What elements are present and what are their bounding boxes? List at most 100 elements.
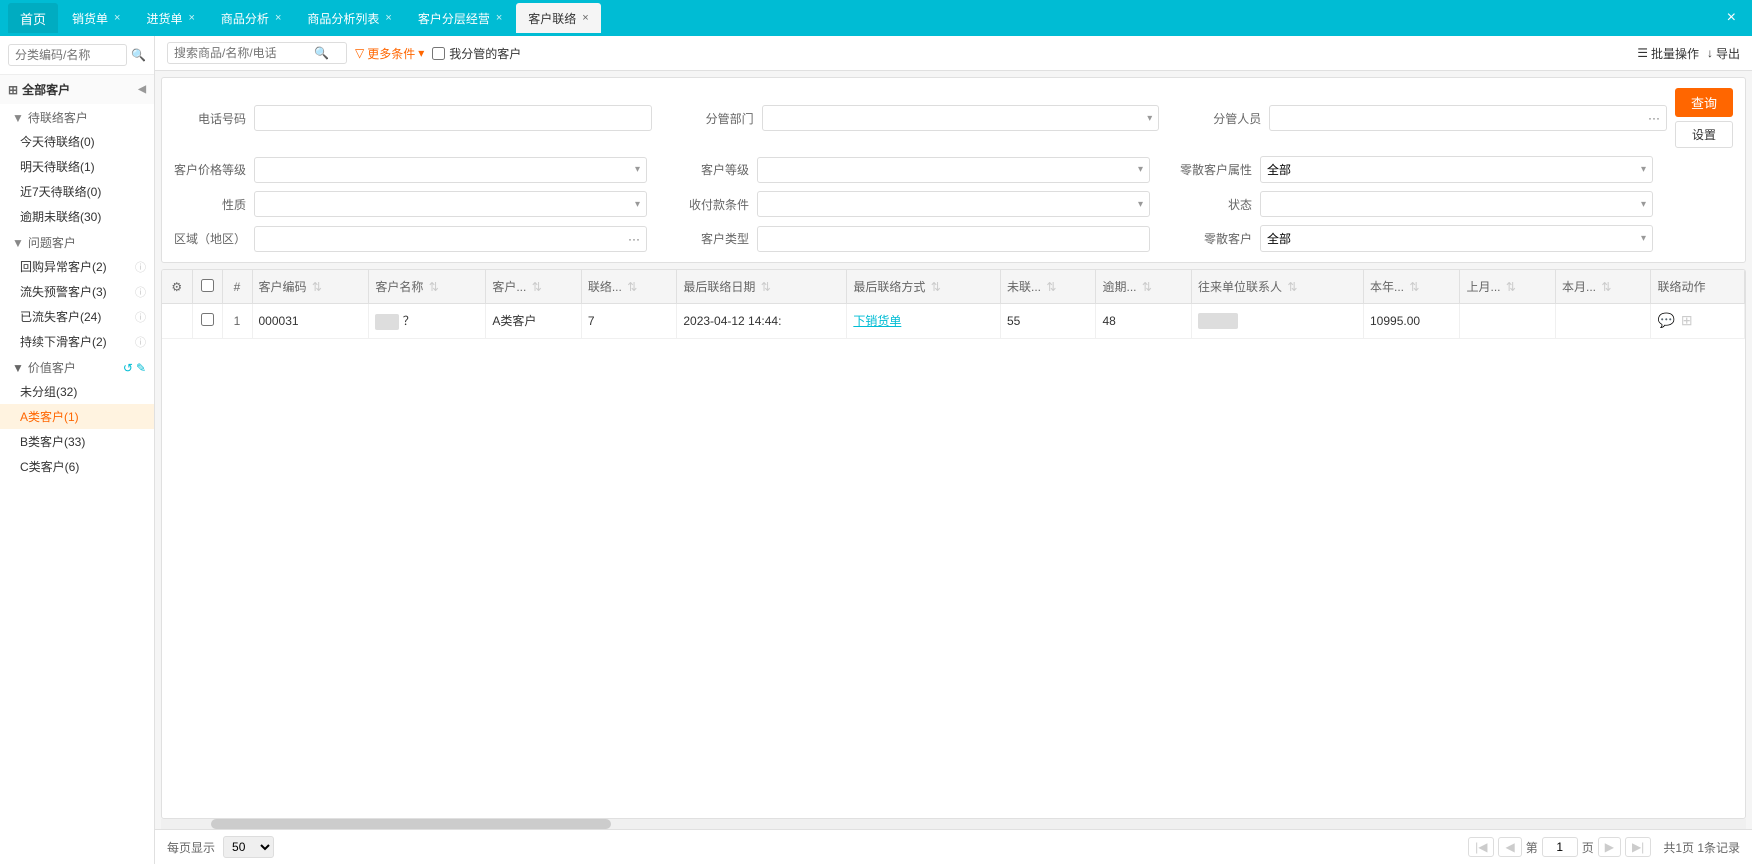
close-tab-purchase[interactable]: ×	[188, 12, 194, 24]
close-tab-analysis-list[interactable]: ×	[385, 12, 391, 24]
all-customers-header[interactable]: ⊞ 全部客户 ◀	[0, 75, 154, 104]
first-page-btn[interactable]: |◀	[1468, 837, 1494, 857]
tab-customer-tier[interactable]: 客户分层经营 ×	[406, 3, 514, 33]
price-grade-select[interactable]: ▾	[254, 157, 647, 183]
status-select[interactable]: ▾	[1260, 191, 1653, 217]
tab-sales[interactable]: 销货单 ×	[60, 3, 132, 33]
my-customer-checkbox[interactable]	[432, 47, 445, 60]
col-gear[interactable]: ⚙	[162, 270, 192, 304]
group-problem[interactable]: ▼ 问题客户	[0, 229, 154, 254]
sidebar-item-7days[interactable]: 近7天待联络(0)	[0, 179, 154, 204]
sort-code-icon: ⇅	[312, 280, 322, 294]
search-icon[interactable]: 🔍	[314, 46, 329, 60]
sidebar-search-input[interactable]	[8, 44, 127, 66]
filter-status: 状态 ▾	[1180, 191, 1653, 217]
sidebar-item-class-a[interactable]: A类客户(1)	[0, 404, 154, 429]
filter-payment: 收付款条件 ▾	[677, 191, 1150, 217]
close-all-btn[interactable]: ×	[1719, 9, 1744, 27]
col-actions: 联络动作	[1651, 270, 1745, 304]
tab-home[interactable]: 首页	[8, 3, 58, 33]
region-more-btn[interactable]: ···	[622, 226, 647, 252]
manager-input[interactable]	[1269, 105, 1642, 131]
close-tab-analysis[interactable]: ×	[275, 12, 281, 24]
nature-select[interactable]: ▾	[254, 191, 647, 217]
next-page-btn[interactable]: ▶	[1598, 837, 1621, 857]
chevron-rc-icon: ▾	[1641, 233, 1646, 244]
col-contact-person[interactable]: 往来单位联系人 ⇅	[1191, 270, 1363, 304]
col-last-method[interactable]: 最后联络方式 ⇅	[847, 270, 1001, 304]
row-select-checkbox[interactable]	[201, 313, 214, 326]
sidebar-item-unclassified[interactable]: 未分组(32)	[0, 379, 154, 404]
chat-icon[interactable]: 💬	[1657, 312, 1674, 329]
page-input[interactable]	[1542, 837, 1578, 857]
dept-select[interactable]: ▾	[762, 105, 1160, 131]
sort-nc-icon: ⇅	[1046, 280, 1056, 294]
col-this-year[interactable]: 本年... ⇅	[1364, 270, 1460, 304]
filter-row-3: 性质 ▾ 收付款条件 ▾ 状态	[174, 191, 1733, 217]
sidebar-collapse-icon[interactable]: ◀	[138, 84, 146, 95]
sort-name-icon: ⇅	[429, 280, 439, 294]
horizontal-scrollbar[interactable]	[161, 819, 1746, 829]
manager-more-btn[interactable]: ···	[1642, 105, 1667, 131]
arrow-down-icon: ▼	[12, 111, 24, 125]
tab-analysis-list[interactable]: 商品分析列表 ×	[295, 3, 403, 33]
sidebar-item-class-b[interactable]: B类客户(33)	[0, 429, 154, 454]
batch-op-button[interactable]: ☰ 批量操作	[1637, 45, 1699, 62]
close-tab-sales[interactable]: ×	[114, 12, 120, 24]
sidebar-item-overdue[interactable]: 逾期未联络(30)	[0, 204, 154, 229]
col-no-contact[interactable]: 未联... ⇅	[1000, 270, 1096, 304]
col-contact-count[interactable]: 联络... ⇅	[581, 270, 677, 304]
last-method-link[interactable]: 下销货单	[853, 314, 901, 328]
search-input[interactable]	[174, 46, 314, 60]
region-input[interactable]	[254, 226, 622, 252]
close-tab-customer-tier[interactable]: ×	[496, 12, 502, 24]
tab-customer-contact[interactable]: 客户联络 ×	[516, 3, 600, 33]
sidebar-item-repurchase-abnormal[interactable]: 回购异常客户(2) ⓘ	[0, 254, 154, 279]
sort-ty-icon: ⇅	[1409, 280, 1419, 294]
retail-customer-select[interactable]: 全部 ▾	[1260, 225, 1653, 252]
refresh-icon[interactable]: ↺	[123, 361, 133, 375]
sidebar-search-icon[interactable]: 🔍	[131, 48, 146, 62]
name-color-block	[375, 314, 399, 330]
col-name[interactable]: 客户名称 ⇅	[369, 270, 486, 304]
settings-button[interactable]: 设置	[1675, 121, 1733, 148]
sidebar-item-churned[interactable]: 已流失客户(24) ⓘ	[0, 304, 154, 329]
sidebar-item-class-c[interactable]: C类客户(6)	[0, 454, 154, 479]
query-button[interactable]: 查询	[1675, 88, 1733, 117]
sidebar-item-today[interactable]: 今天待联络(0)	[0, 129, 154, 154]
close-tab-customer-contact[interactable]: ×	[582, 12, 588, 24]
more-filter-btn[interactable]: ▽ 更多条件 ▾	[355, 45, 424, 62]
payment-select[interactable]: ▾	[757, 191, 1150, 217]
customer-grade-select[interactable]: ▾	[757, 157, 1150, 183]
sidebar-item-tomorrow[interactable]: 明天待联络(1)	[0, 154, 154, 179]
region-input-area: ···	[254, 226, 647, 252]
phone-input[interactable]	[254, 105, 652, 131]
col-level[interactable]: 客户... ⇅	[486, 270, 582, 304]
export-button[interactable]: ↓ 导出	[1707, 45, 1740, 62]
last-page-btn[interactable]: ▶|	[1625, 837, 1651, 857]
select-all-checkbox[interactable]	[201, 279, 214, 292]
scrollbar-thumb[interactable]	[211, 819, 611, 829]
tab-purchase[interactable]: 进货单 ×	[134, 3, 206, 33]
retail-attr-select[interactable]: 全部 ▾	[1260, 156, 1653, 183]
chevron-ra-icon: ▾	[1641, 164, 1646, 175]
sidebar-item-churn-warning[interactable]: 流失预警客户(3) ⓘ	[0, 279, 154, 304]
col-this-month[interactable]: 本月... ⇅	[1555, 270, 1651, 304]
tab-analysis[interactable]: 商品分析 ×	[209, 3, 293, 33]
sidebar: 🔍 ⊞ 全部客户 ◀ ▼ 待联络客户 今天待联络(0) 明天待联络(1) 近7天…	[0, 36, 155, 864]
edit-icon[interactable]: ✎	[136, 361, 146, 375]
qr-icon[interactable]: ⊞	[1681, 312, 1693, 329]
page-size-select[interactable]: 50 100 200	[223, 836, 274, 858]
prev-page-btn[interactable]: ◀	[1498, 837, 1521, 857]
col-last-month[interactable]: 上月... ⇅	[1460, 270, 1556, 304]
col-last-date[interactable]: 最后联络日期 ⇅	[677, 270, 847, 304]
col-code[interactable]: 客户编码 ⇅	[252, 270, 369, 304]
arrow-down-icon-3: ▼	[12, 361, 24, 375]
manager-input-area: ···	[1269, 105, 1667, 131]
group-value[interactable]: ▼ 价值客户 ↺ ✎	[0, 354, 154, 379]
col-overdue[interactable]: 逾期... ⇅	[1096, 270, 1192, 304]
customer-type-input[interactable]	[757, 226, 1150, 252]
sidebar-item-declining[interactable]: 持续下滑客户(2) ⓘ	[0, 329, 154, 354]
table-footer: 每页显示 50 100 200 |◀ ◀ 第 页 ▶ ▶| 共1页 1条记录	[155, 829, 1752, 864]
group-pending-contact[interactable]: ▼ 待联络客户	[0, 104, 154, 129]
